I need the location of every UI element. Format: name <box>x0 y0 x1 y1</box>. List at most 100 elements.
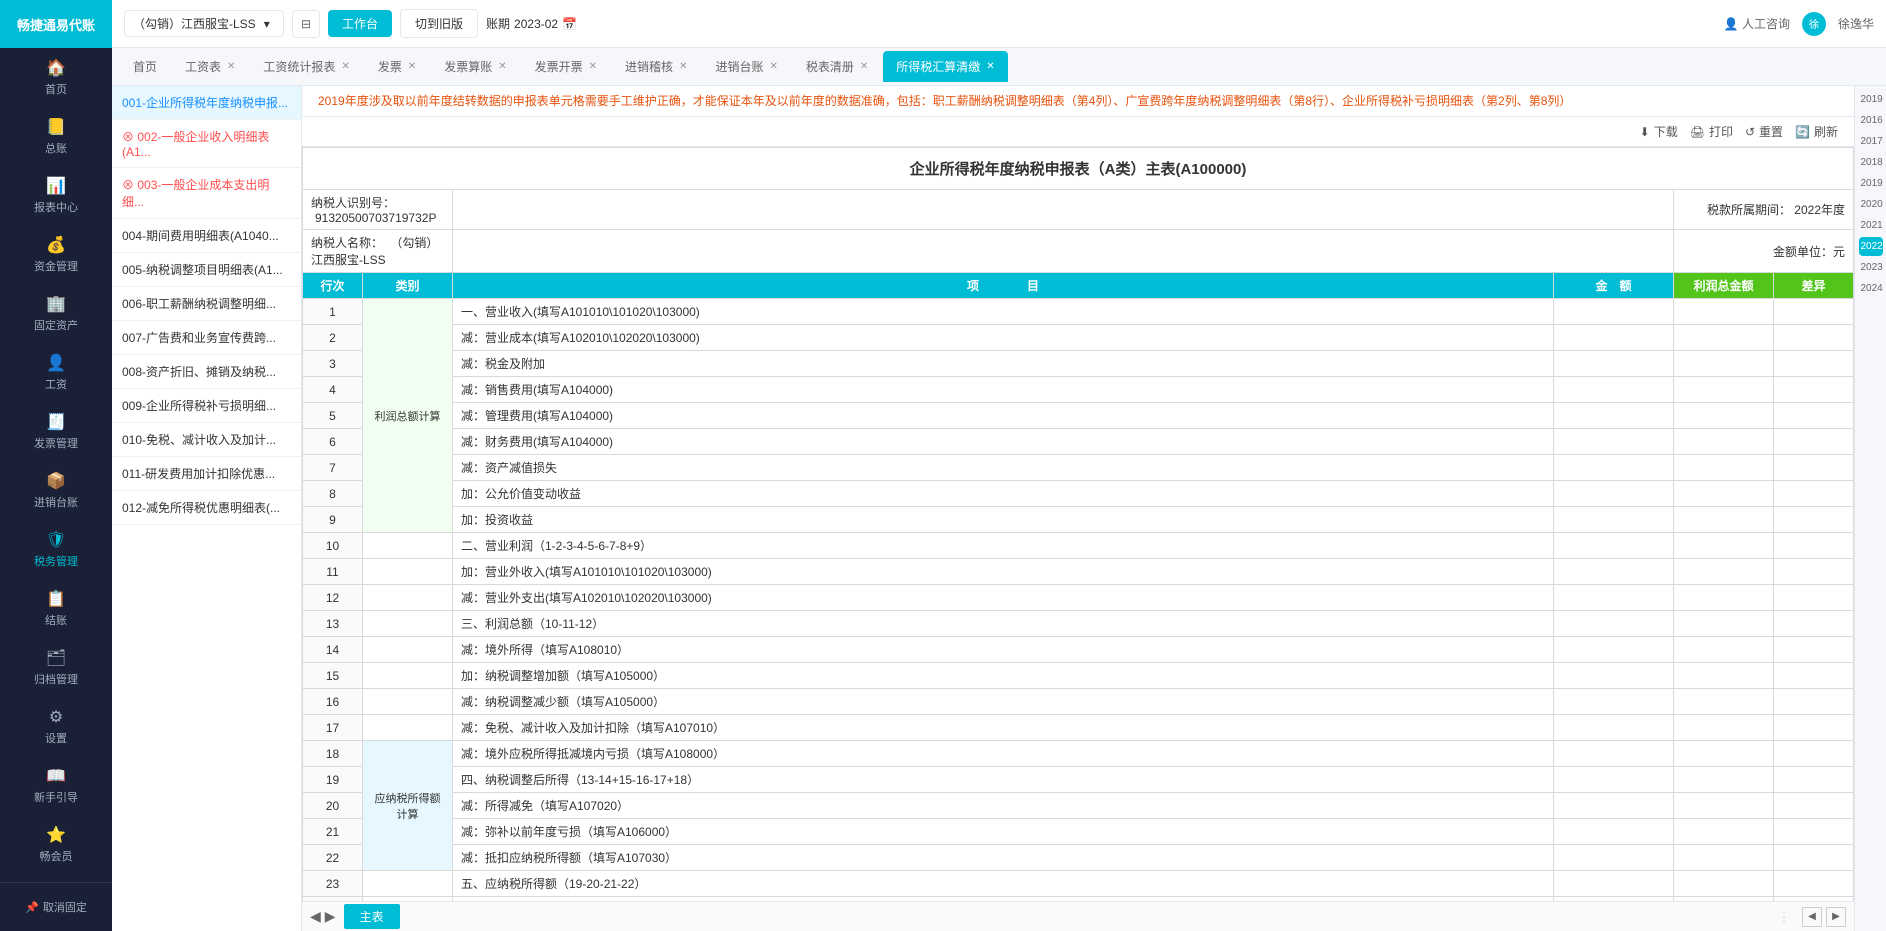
download-button[interactable]: ⬇ 下载 <box>1640 123 1678 140</box>
form-list-item-003[interactable]: 003-一般企业成本支出明细... <box>112 168 301 219</box>
copy-icon[interactable]: ⊟ <box>292 10 320 38</box>
col-header-item: 项 目 <box>453 273 1554 299</box>
table-row: 18 应纳税所得额计算 减：境外应税所得抵减境内亏损（填写A108000） <box>303 741 1854 767</box>
year-2020[interactable]: 2020 <box>1859 195 1883 214</box>
form-list-item-010[interactable]: 010-免税、减计收入及加计... <box>112 423 301 457</box>
sidebar-item-tax[interactable]: 🛡 税务管理 <box>0 520 112 579</box>
sidebar-item-home[interactable]: 🏠 首页 <box>0 48 112 107</box>
scroll-left-btn[interactable]: ◀ <box>1802 907 1822 927</box>
scroll-right-btn[interactable]: ▶ <box>1826 907 1846 927</box>
tab-ledger[interactable]: 进销台账 ✕ <box>702 51 790 82</box>
sidebar-item-funds[interactable]: 💰 资金管理 <box>0 225 112 284</box>
col-header-category: 类别 <box>363 273 453 299</box>
form-list-item-009[interactable]: 009-企业所得税补亏损明细... <box>112 389 301 423</box>
calendar-icon[interactable]: 📅 <box>562 17 577 31</box>
tab-payroll[interactable]: 工资表 ✕ <box>172 51 248 82</box>
sidebar-item-closing[interactable]: 📋 结账 <box>0 579 112 638</box>
year-2023[interactable]: 2023 <box>1859 258 1883 277</box>
form-list-item-004[interactable]: 004-期间费用明细表(A1040... <box>112 219 301 253</box>
workbench-button[interactable]: 工作台 <box>328 10 392 37</box>
sidebar-item-assets[interactable]: 🏢 固定资产 <box>0 284 112 343</box>
purchase-sales-icon: 📦 <box>46 471 66 491</box>
tab-tax-clear[interactable]: 税表清册 ✕ <box>793 51 881 82</box>
tab-income-tax[interactable]: 所得税汇算清缴 ✕ <box>883 51 1007 82</box>
period-label: 账期 2023-02 📅 <box>486 15 577 32</box>
tab-home[interactable]: 首页 <box>120 51 170 82</box>
nav-right-icon[interactable]: ▶ <box>325 908 336 925</box>
tab-close-active[interactable]: ✕ <box>986 61 994 72</box>
user-service[interactable]: 👤 人工咨询 <box>1724 15 1790 32</box>
form-list-item-006[interactable]: 006-职工薪酬纳税调整明细... <box>112 287 301 321</box>
table-row: 22 减：抵扣应纳税所得额（填写A107030） <box>303 845 1854 871</box>
year-2022[interactable]: 2022 <box>1859 237 1883 256</box>
table-row: 5 减：管理费用(填写A104000) <box>303 403 1854 429</box>
topbar-right: 👤 人工咨询 徐 徐逸华 <box>1724 12 1874 36</box>
topbar: （勾销）江西服宝-LSS ▾ ⊟ 工作台 切到旧版 账期 2023-02 📅 👤… <box>112 0 1886 48</box>
year-2024[interactable]: 2024 <box>1859 279 1883 298</box>
year-2019[interactable]: 2019 <box>1859 174 1883 193</box>
form-list-item-007[interactable]: 007-广告费和业务宣传费跨... <box>112 321 301 355</box>
company-selector[interactable]: （勾销）江西服宝-LSS ▾ <box>124 10 284 37</box>
reset-icon: ↺ <box>1745 125 1755 139</box>
tab-close[interactable]: ✕ <box>769 61 777 72</box>
tab-invoice-calc[interactable]: 发票算账 ✕ <box>431 51 519 82</box>
print-button[interactable]: 🖨 打印 <box>1690 123 1733 140</box>
sheet-tab[interactable]: 主表 <box>344 904 400 929</box>
tab-invoice-issue[interactable]: 发票开票 ✕ <box>522 51 610 82</box>
home-icon: 🏠 <box>46 58 66 78</box>
year-2019-top[interactable]: 2019 <box>1859 90 1883 109</box>
year-2018[interactable]: 2018 <box>1859 153 1883 172</box>
sidebar-item-invoice[interactable]: 🧾 发票管理 <box>0 402 112 461</box>
tab-close[interactable]: ✕ <box>860 61 868 72</box>
year-2017[interactable]: 2017 <box>1859 132 1883 151</box>
funds-icon: 💰 <box>46 235 66 255</box>
sidebar-item-reports[interactable]: 📊 报表中心 <box>0 166 112 225</box>
username: 徐逸华 <box>1838 15 1874 32</box>
avatar: 徐 <box>1802 12 1826 36</box>
sidebar-item-guide[interactable]: 📖 新手引导 <box>0 756 112 815</box>
company-label-cell: 纳税人名称： （勾销）江西服宝-LSS <box>303 230 453 273</box>
tab-close[interactable]: ✕ <box>498 61 506 72</box>
tab-close[interactable]: ✕ <box>227 61 235 72</box>
form-list-item-002[interactable]: 002-一般企业收入明细表(A1... <box>112 120 301 168</box>
archive-icon: 🗂 <box>46 648 66 668</box>
tab-payroll-report[interactable]: 工资统计报表 ✕ <box>250 51 362 82</box>
form-list-item-008[interactable]: 008-资产折旧、摊销及纳税... <box>112 355 301 389</box>
form-list-item-001[interactable]: 001-企业所得税年度纳税申报... <box>112 86 301 120</box>
pin-button[interactable]: 📌 取消固定 <box>0 893 112 921</box>
refresh-button[interactable]: 🔄 刷新 <box>1795 123 1838 140</box>
tax-id-label-cell: 纳税人识别号： 91320500703719732P <box>303 190 453 230</box>
table-row: 17 减：免税、减计收入及加计扣除（填写A107010） <box>303 715 1854 741</box>
form-list-item-012[interactable]: 012-减免所得税优惠明细表(... <box>112 491 301 525</box>
year-2016[interactable]: 2016 <box>1859 111 1883 130</box>
table-row: 6 减：财务费用(填写A104000) <box>303 429 1854 455</box>
unit-label-cell: 金额单位：元 <box>1674 230 1854 273</box>
tab-verify[interactable]: 进销稽核 ✕ <box>612 51 700 82</box>
tab-invoice[interactable]: 发票 ✕ <box>365 51 429 82</box>
sidebar-item-purchase-sales[interactable]: 📦 进销台账 <box>0 461 112 520</box>
sidebar-item-ledger[interactable]: 📒 总账 <box>0 107 112 166</box>
table-row: 4 减：销售费用(填写A104000) <box>303 377 1854 403</box>
form-list-item-005[interactable]: 005-纳税调整项目明细表(A1... <box>112 253 301 287</box>
year-2021[interactable]: 2021 <box>1859 216 1883 235</box>
right-year-panel: 2019 2016 2017 2018 2019 2020 2021 2022 … <box>1854 86 1886 931</box>
tab-close[interactable]: ✕ <box>679 61 687 72</box>
sidebar-item-member[interactable]: ⭐ 畅会员 <box>0 815 112 874</box>
tab-close[interactable]: ✕ <box>589 61 597 72</box>
sidebar-item-settings[interactable]: ⚙ 设置 <box>0 697 112 756</box>
sidebar-item-salary[interactable]: 👤 工资 <box>0 343 112 402</box>
guide-icon: 📖 <box>46 766 66 786</box>
tab-close[interactable]: ✕ <box>408 61 416 72</box>
form-list-item-011[interactable]: 011-研发费用加计扣除优惠... <box>112 457 301 491</box>
warning-banner: 2019年度涉及取以前年度结转数据的申报表单元格需要手工维护正确，才能保证本年及… <box>302 86 1854 117</box>
reset-button[interactable]: ↺ 重置 <box>1745 123 1783 140</box>
tab-close[interactable]: ✕ <box>341 61 349 72</box>
nav-arrows: ◀ ▶ <box>310 908 336 925</box>
company-name: （勾销）江西服宝-LSS <box>133 15 256 32</box>
table-header-row: 行次 类别 项 目 金 额 利润总金额 差异 <box>303 273 1854 299</box>
switch-old-button[interactable]: 切到旧版 <box>400 9 478 38</box>
nav-left-icon[interactable]: ◀ <box>310 908 321 925</box>
table-row: 11 加：营业外收入(填写A101010\101020\103000) <box>303 559 1854 585</box>
col-header-row: 行次 <box>303 273 363 299</box>
sidebar-item-archive[interactable]: 🗂 归档管理 <box>0 638 112 697</box>
